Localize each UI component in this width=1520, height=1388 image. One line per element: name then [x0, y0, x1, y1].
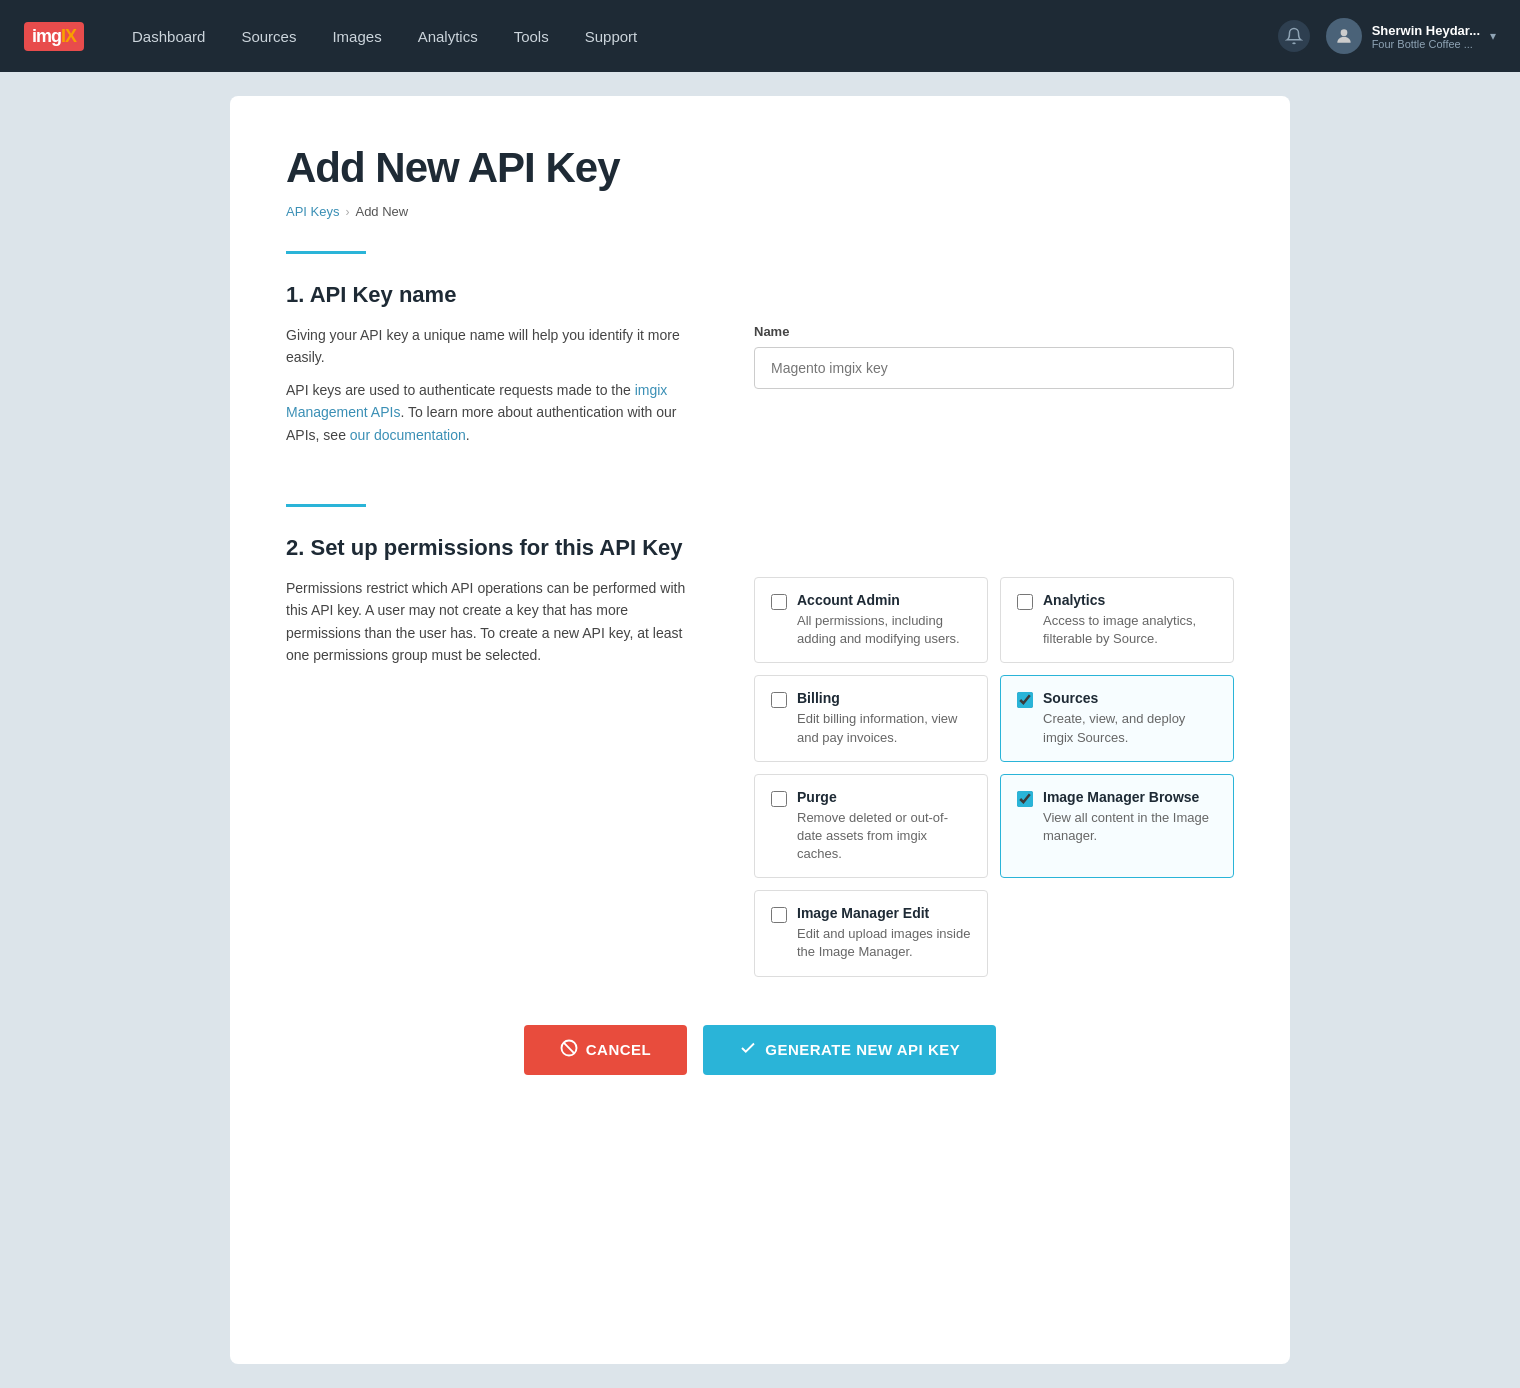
perm-desc-analytics: Access to image analytics, filterable by…	[1043, 612, 1217, 648]
breadcrumb-parent[interactable]: API Keys	[286, 204, 339, 219]
cancel-button[interactable]: CANCEL	[524, 1025, 688, 1075]
user-info: Sherwin Heydar... Four Bottle Coffee ...	[1372, 23, 1480, 50]
main-card: Add New API Key API Keys › Add New 1. AP…	[230, 96, 1290, 1364]
perm-desc-image-manager-browse: View all content in the Image manager.	[1043, 809, 1217, 845]
permission-card-sources: Sources Create, view, and deploy imgix So…	[1000, 675, 1234, 761]
perm-title-account-admin: Account Admin	[797, 592, 971, 608]
perm-title-billing: Billing	[797, 690, 971, 706]
nav-item-analytics[interactable]: Analytics	[402, 20, 494, 53]
permissions-grid: Account Admin All permissions, including …	[754, 577, 1234, 977]
perm-desc-image-manager-edit: Edit and upload images inside the Image …	[797, 925, 971, 961]
user-name: Sherwin Heydar...	[1372, 23, 1480, 38]
section1-left: Giving your API key a unique name will h…	[286, 324, 706, 456]
permissions-grid-wrapper: Account Admin All permissions, including …	[754, 577, 1234, 977]
perm-desc-sources: Create, view, and deploy imgix Sources.	[1043, 710, 1217, 746]
breadcrumb-current: Add New	[355, 204, 408, 219]
perm-content-purge: Purge Remove deleted or out-of-date asset…	[797, 789, 971, 864]
svg-point-0	[1340, 29, 1347, 36]
page-wrapper: Add New API Key API Keys › Add New 1. AP…	[0, 72, 1520, 1388]
perm-title-purge: Purge	[797, 789, 971, 805]
perm-title-image-manager-browse: Image Manager Browse	[1043, 789, 1217, 805]
perm-content-sources: Sources Create, view, and deploy imgix So…	[1043, 690, 1217, 746]
section2-left: Permissions restrict which API operation…	[286, 577, 706, 977]
perm-desc-billing: Edit billing information, view and pay i…	[797, 710, 971, 746]
perm-checkbox-billing[interactable]	[771, 692, 787, 708]
section-divider-2	[286, 504, 366, 507]
perm-checkbox-image-manager-browse[interactable]	[1017, 791, 1033, 807]
nav-item-images[interactable]: Images	[316, 20, 397, 53]
svg-line-2	[563, 1042, 574, 1053]
breadcrumb: API Keys › Add New	[286, 204, 1234, 219]
perm-content-image-manager-edit: Image Manager Edit Edit and upload images…	[797, 905, 971, 961]
perm-content-billing: Billing Edit billing information, view an…	[797, 690, 971, 746]
perm-checkbox-purge[interactable]	[771, 791, 787, 807]
logo[interactable]: imgIX	[24, 22, 84, 51]
perm-title-sources: Sources	[1043, 690, 1217, 706]
perm-checkbox-account-admin[interactable]	[771, 594, 787, 610]
api-key-name-input[interactable]	[754, 347, 1234, 389]
section1-right: Name	[754, 324, 1234, 456]
navbar: imgIX Dashboard Sources Images Analytics…	[0, 0, 1520, 72]
perm-checkbox-image-manager-edit[interactable]	[771, 907, 787, 923]
perm-content-account-admin: Account Admin All permissions, including …	[797, 592, 971, 648]
generate-button[interactable]: GENERATE NEW API KEY	[703, 1025, 996, 1075]
section-permissions: 2. Set up permissions for this API Key P…	[286, 504, 1234, 977]
nav-item-tools[interactable]: Tools	[498, 20, 565, 53]
section-api-key-name: 1. API Key name Giving your API key a un…	[286, 251, 1234, 456]
permission-card-account-admin: Account Admin All permissions, including …	[754, 577, 988, 663]
permission-card-image-manager-browse: Image Manager Browse View all content in …	[1000, 774, 1234, 879]
footer-buttons: CANCEL GENERATE NEW API KEY	[286, 1025, 1234, 1075]
permission-card-billing: Billing Edit billing information, view an…	[754, 675, 988, 761]
section1-title: 1. API Key name	[286, 282, 1234, 308]
perm-desc-account-admin: All permissions, including adding and mo…	[797, 612, 971, 648]
management-api-link[interactable]: imgix Management APIs	[286, 382, 667, 420]
perm-content-image-manager-browse: Image Manager Browse View all content in …	[1043, 789, 1217, 845]
permission-card-analytics: Analytics Access to image analytics, filt…	[1000, 577, 1234, 663]
name-label: Name	[754, 324, 1234, 339]
nav-item-dashboard[interactable]: Dashboard	[116, 20, 221, 53]
nav-item-sources[interactable]: Sources	[225, 20, 312, 53]
perm-content-analytics: Analytics Access to image analytics, filt…	[1043, 592, 1217, 648]
avatar	[1326, 18, 1362, 54]
user-org: Four Bottle Coffee ...	[1372, 38, 1480, 50]
perm-desc-purge: Remove deleted or out-of-date assets fro…	[797, 809, 971, 864]
cancel-label: CANCEL	[586, 1041, 652, 1058]
perm-checkbox-analytics[interactable]	[1017, 594, 1033, 610]
documentation-link[interactable]: our documentation	[350, 427, 466, 443]
cancel-icon	[560, 1039, 578, 1061]
logo-text: imgIX	[24, 22, 84, 51]
user-chevron-icon: ▾	[1490, 29, 1496, 43]
nav-menu: Dashboard Sources Images Analytics Tools…	[116, 20, 1278, 53]
nav-item-support[interactable]: Support	[569, 20, 654, 53]
navbar-right: Sherwin Heydar... Four Bottle Coffee ...…	[1278, 18, 1496, 54]
perm-title-analytics: Analytics	[1043, 592, 1217, 608]
section-divider-1	[286, 251, 366, 254]
section1-desc1: Giving your API key a unique name will h…	[286, 324, 706, 369]
breadcrumb-separator: ›	[345, 205, 349, 219]
logo-ix: IX	[61, 26, 76, 46]
notifications-bell[interactable]	[1278, 20, 1310, 52]
generate-icon	[739, 1039, 757, 1061]
section1-desc2: API keys are used to authenticate reques…	[286, 379, 706, 446]
user-menu[interactable]: Sherwin Heydar... Four Bottle Coffee ...…	[1326, 18, 1496, 54]
section1-body: Giving your API key a unique name will h…	[286, 324, 1234, 456]
section2-desc: Permissions restrict which API operation…	[286, 577, 706, 667]
generate-label: GENERATE NEW API KEY	[765, 1041, 960, 1058]
section2-title: 2. Set up permissions for this API Key	[286, 535, 1234, 561]
perm-title-image-manager-edit: Image Manager Edit	[797, 905, 971, 921]
section2-body: Permissions restrict which API operation…	[286, 577, 1234, 977]
page-title: Add New API Key	[286, 144, 1234, 192]
perm-checkbox-sources[interactable]	[1017, 692, 1033, 708]
permission-card-purge: Purge Remove deleted or out-of-date asset…	[754, 774, 988, 879]
permission-card-image-manager-edit: Image Manager Edit Edit and upload images…	[754, 890, 988, 976]
